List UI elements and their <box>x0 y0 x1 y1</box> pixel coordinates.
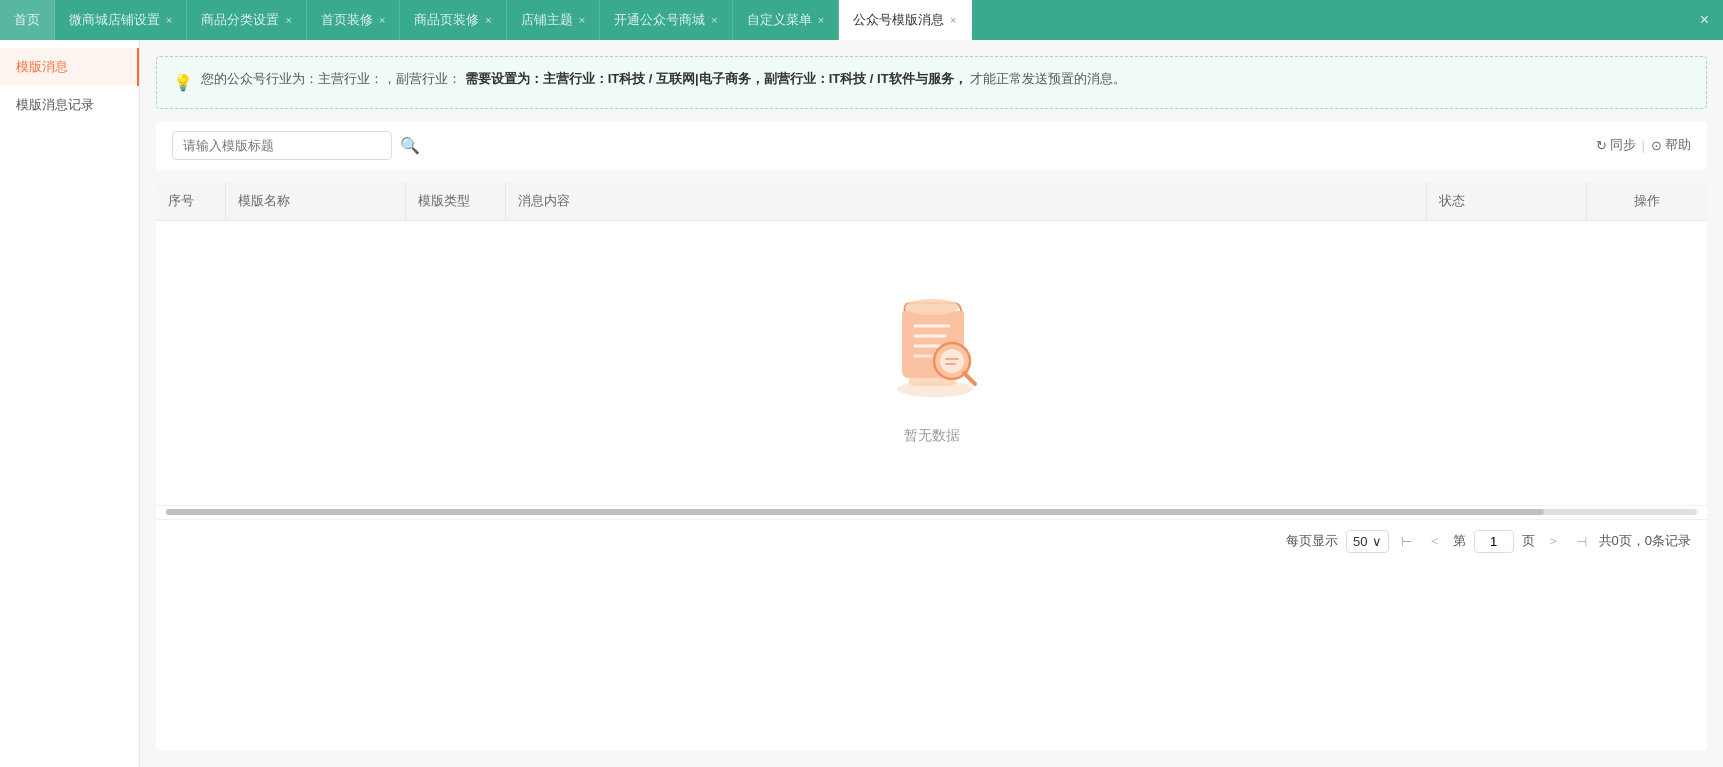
sync-icon: ↻ <box>1596 138 1607 153</box>
help-button[interactable]: ⊙ 帮助 <box>1651 136 1691 154</box>
tab-bar: 首页 微商城店铺设置 × 商品分类设置 × 首页装修 × 商品页装修 × 店铺主… <box>0 0 1723 40</box>
main-layout: 模版消息 模版消息记录 💡 您的公众号行业为：主营行业：，副营行业： 需要设置为… <box>0 40 1723 767</box>
page-label-after: 页 <box>1522 532 1535 550</box>
tab-close-category-settings[interactable]: × <box>285 14 291 26</box>
tab-store-settings[interactable]: 微商城店铺设置 × <box>55 0 187 40</box>
tab-close-product-decor[interactable]: × <box>485 14 491 26</box>
help-icon: ⊙ <box>1651 138 1662 153</box>
first-page-button[interactable]: ⊢ <box>1397 532 1416 551</box>
empty-text: 暂无数据 <box>904 427 960 445</box>
notice-icon: 💡 <box>173 70 193 96</box>
tab-category-settings[interactable]: 商品分类设置 × <box>187 0 306 40</box>
empty-state: 暂无数据 <box>156 221 1707 505</box>
table-container: 序号 模版名称 模版类型 消息内容 状态 操作 <box>156 182 1707 751</box>
empty-illustration <box>867 281 997 411</box>
svg-point-1 <box>905 299 959 315</box>
content-area: 💡 您的公众号行业为：主营行业：，副营行业： 需要设置为：主营行业：IT科技 /… <box>140 40 1723 767</box>
sidebar-item-template-msg[interactable]: 模版消息 <box>0 48 139 86</box>
col-header-name: 模版名称 <box>226 182 406 220</box>
col-header-status: 状态 <box>1427 182 1587 220</box>
tab-store-theme[interactable]: 店铺主题 × <box>507 0 600 40</box>
svg-point-7 <box>940 349 964 373</box>
total-records: 共0页，0条记录 <box>1599 532 1691 550</box>
page-size-label: 每页显示 <box>1286 532 1338 550</box>
next-page-button[interactable]: ＞ <box>1543 530 1564 552</box>
close-all-tabs-button[interactable]: × <box>1686 11 1723 29</box>
tab-open-mall[interactable]: 开通公众号商城 × <box>600 0 732 40</box>
page-label-before: 第 <box>1453 532 1466 550</box>
tab-close-store-settings[interactable]: × <box>166 14 172 26</box>
sidebar: 模版消息 模版消息记录 <box>0 40 140 767</box>
col-header-seq: 序号 <box>156 182 226 220</box>
col-header-type: 模版类型 <box>406 182 506 220</box>
chevron-down-icon: ∨ <box>1372 534 1382 549</box>
col-header-content: 消息内容 <box>506 182 1427 220</box>
scrollbar-thumb[interactable] <box>166 509 1544 515</box>
prev-page-button[interactable]: ＜ <box>1424 530 1445 552</box>
page-size-select[interactable]: 50 ∨ <box>1346 530 1388 553</box>
search-bar: 🔍 ↻ 同步 | ⊙ 帮助 <box>156 121 1707 170</box>
notice-box: 💡 您的公众号行业为：主营行业：，副营行业： 需要设置为：主营行业：IT科技 /… <box>156 56 1707 109</box>
scrollbar-track[interactable] <box>166 509 1697 515</box>
tab-homepage-decor[interactable]: 首页装修 × <box>307 0 400 40</box>
tab-close-homepage-decor[interactable]: × <box>379 14 385 26</box>
search-button[interactable]: 🔍 <box>400 136 420 155</box>
svg-line-8 <box>964 373 975 384</box>
sidebar-item-template-msg-record[interactable]: 模版消息记录 <box>0 86 139 124</box>
search-right: ↻ 同步 | ⊙ 帮助 <box>1596 136 1691 154</box>
tab-template-msg[interactable]: 公众号模版消息 × <box>839 0 971 40</box>
tab-close-custom-menu[interactable]: × <box>818 14 824 26</box>
current-page-input[interactable] <box>1474 530 1514 553</box>
search-input[interactable] <box>172 131 392 160</box>
pagination: 每页显示 50 ∨ ⊢ ＜ 第 页 ＞ ⊣ 共0页，0条记录 <box>156 519 1707 563</box>
divider: | <box>1642 138 1645 153</box>
last-page-button[interactable]: ⊣ <box>1572 532 1591 551</box>
tab-close-store-theme[interactable]: × <box>579 14 585 26</box>
col-header-action: 操作 <box>1587 182 1707 220</box>
tab-product-decor[interactable]: 商品页装修 × <box>400 0 506 40</box>
table-header: 序号 模版名称 模版类型 消息内容 状态 操作 <box>156 182 1707 221</box>
tab-close-open-mall[interactable]: × <box>711 14 717 26</box>
sync-button[interactable]: ↻ 同步 <box>1596 136 1636 154</box>
tab-home[interactable]: 首页 <box>0 0 55 40</box>
tab-close-template-msg[interactable]: × <box>950 14 956 26</box>
horizontal-scrollbar[interactable] <box>156 505 1707 519</box>
tab-custom-menu[interactable]: 自定义菜单 × <box>733 0 839 40</box>
search-left: 🔍 <box>172 131 420 160</box>
